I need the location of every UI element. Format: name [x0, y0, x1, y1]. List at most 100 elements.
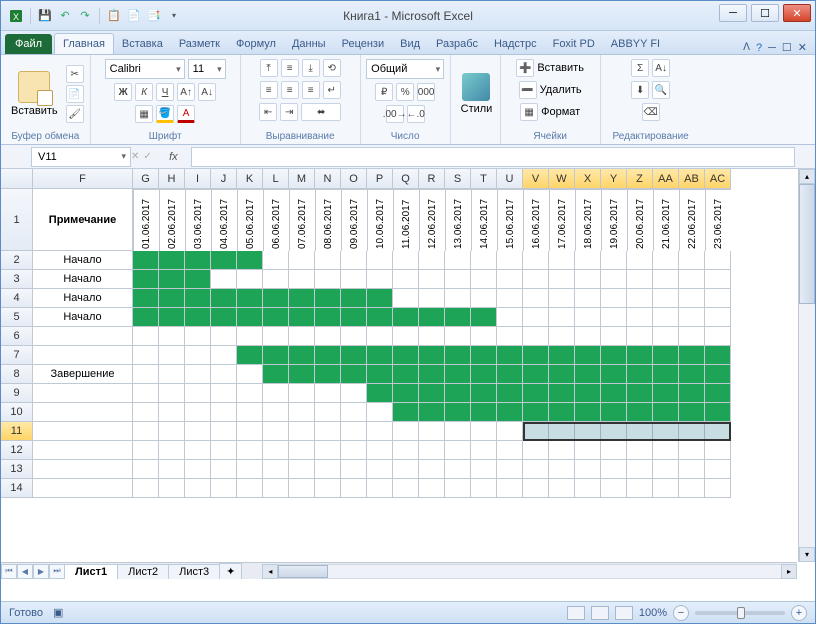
row-header[interactable]: 12 — [1, 441, 33, 460]
cell[interactable] — [419, 327, 445, 346]
cell-date-header[interactable]: 01.06.2017 — [133, 189, 159, 251]
cell-date-header[interactable]: 18.06.2017 — [575, 189, 601, 251]
tab-developer[interactable]: Разрабс — [428, 34, 486, 54]
cell[interactable] — [471, 289, 497, 308]
cell[interactable] — [289, 403, 315, 422]
indent-decrease-icon[interactable]: ⇤ — [259, 103, 277, 121]
cell[interactable] — [133, 365, 159, 384]
cell[interactable] — [445, 308, 471, 327]
cell[interactable] — [367, 403, 393, 422]
cell[interactable] — [653, 403, 679, 422]
format-painter-icon[interactable]: 🖌 — [66, 105, 84, 123]
column-header[interactable]: V — [523, 169, 549, 189]
cell[interactable] — [523, 251, 549, 270]
zoom-slider[interactable] — [695, 611, 785, 615]
cell[interactable] — [679, 384, 705, 403]
cell[interactable] — [679, 270, 705, 289]
cell[interactable] — [341, 441, 367, 460]
merge-icon[interactable]: ⬌ — [301, 103, 341, 121]
cell-date-header[interactable]: 05.06.2017 — [237, 189, 263, 251]
cell[interactable] — [653, 270, 679, 289]
cell[interactable] — [419, 384, 445, 403]
cell[interactable] — [211, 403, 237, 422]
cell[interactable] — [575, 365, 601, 384]
cell[interactable] — [341, 308, 367, 327]
cell[interactable] — [185, 403, 211, 422]
column-header[interactable]: AC — [705, 169, 731, 189]
cell[interactable] — [627, 403, 653, 422]
tab-home[interactable]: Главная — [54, 33, 114, 54]
align-right-icon[interactable]: ≡ — [302, 81, 320, 99]
cell[interactable] — [575, 384, 601, 403]
sheet-tab-2[interactable]: Лист2 — [117, 564, 169, 579]
cell[interactable] — [419, 289, 445, 308]
cell[interactable] — [705, 289, 731, 308]
cell[interactable] — [341, 403, 367, 422]
cell-label[interactable] — [33, 422, 133, 441]
cell[interactable] — [185, 441, 211, 460]
cell-label[interactable]: Начало — [33, 289, 133, 308]
cell[interactable] — [705, 384, 731, 403]
row-header[interactable]: 11 — [1, 422, 33, 441]
name-box[interactable]: V11 — [31, 147, 131, 167]
cell[interactable] — [393, 422, 419, 441]
font-size-combo[interactable]: 11 — [188, 59, 226, 79]
cell[interactable] — [627, 422, 653, 441]
cell[interactable] — [211, 251, 237, 270]
cell[interactable] — [263, 384, 289, 403]
cell[interactable] — [653, 422, 679, 441]
italic-button[interactable]: К — [135, 83, 153, 101]
cell[interactable] — [419, 403, 445, 422]
cell[interactable] — [367, 422, 393, 441]
cell[interactable] — [523, 346, 549, 365]
cell[interactable] — [523, 422, 549, 441]
format-cells-button[interactable]: ▦Формат — [520, 103, 580, 121]
cell-label[interactable]: Начало — [33, 270, 133, 289]
cell[interactable] — [549, 441, 575, 460]
cell[interactable] — [471, 346, 497, 365]
cell[interactable] — [549, 460, 575, 479]
cell-date-header[interactable]: 03.06.2017 — [185, 189, 211, 251]
cell[interactable] — [575, 422, 601, 441]
cell[interactable] — [471, 365, 497, 384]
tab-data[interactable]: Данны — [284, 34, 334, 54]
window-restore-icon[interactable]: ☐ — [782, 41, 792, 54]
cell[interactable] — [315, 441, 341, 460]
cell-date-header[interactable]: 20.06.2017 — [627, 189, 653, 251]
tab-layout[interactable]: Разметк — [171, 34, 228, 54]
tab-nav-prev-icon[interactable]: ◀ — [17, 564, 33, 579]
cell[interactable] — [159, 422, 185, 441]
cell[interactable] — [627, 346, 653, 365]
cell[interactable] — [289, 346, 315, 365]
indent-increase-icon[interactable]: ⇥ — [280, 103, 298, 121]
cell[interactable] — [341, 251, 367, 270]
orientation-icon[interactable]: ⟲ — [323, 59, 341, 77]
cell[interactable] — [575, 289, 601, 308]
cell[interactable] — [549, 327, 575, 346]
minimize-button[interactable]: ─ — [719, 4, 747, 22]
cell[interactable] — [445, 270, 471, 289]
font-name-combo[interactable]: Calibri — [105, 59, 185, 79]
cell[interactable] — [523, 270, 549, 289]
cell[interactable] — [497, 251, 523, 270]
cell[interactable] — [211, 327, 237, 346]
cell[interactable] — [393, 384, 419, 403]
cell[interactable] — [471, 422, 497, 441]
column-header[interactable]: N — [315, 169, 341, 189]
cell[interactable] — [471, 441, 497, 460]
vertical-scrollbar[interactable]: ▴ ▾ — [798, 169, 815, 562]
insert-cells-button[interactable]: ➕Вставить — [516, 59, 584, 77]
cell[interactable] — [237, 346, 263, 365]
row-header[interactable]: 14 — [1, 479, 33, 498]
cell[interactable] — [211, 270, 237, 289]
cell[interactable] — [367, 441, 393, 460]
column-header[interactable]: AB — [679, 169, 705, 189]
view-layout-icon[interactable] — [591, 606, 609, 620]
cell[interactable] — [549, 270, 575, 289]
cell[interactable] — [601, 270, 627, 289]
cell[interactable] — [185, 308, 211, 327]
cell[interactable] — [393, 289, 419, 308]
cell[interactable] — [341, 365, 367, 384]
scroll-left-icon[interactable]: ◂ — [262, 564, 278, 579]
cell[interactable] — [419, 422, 445, 441]
